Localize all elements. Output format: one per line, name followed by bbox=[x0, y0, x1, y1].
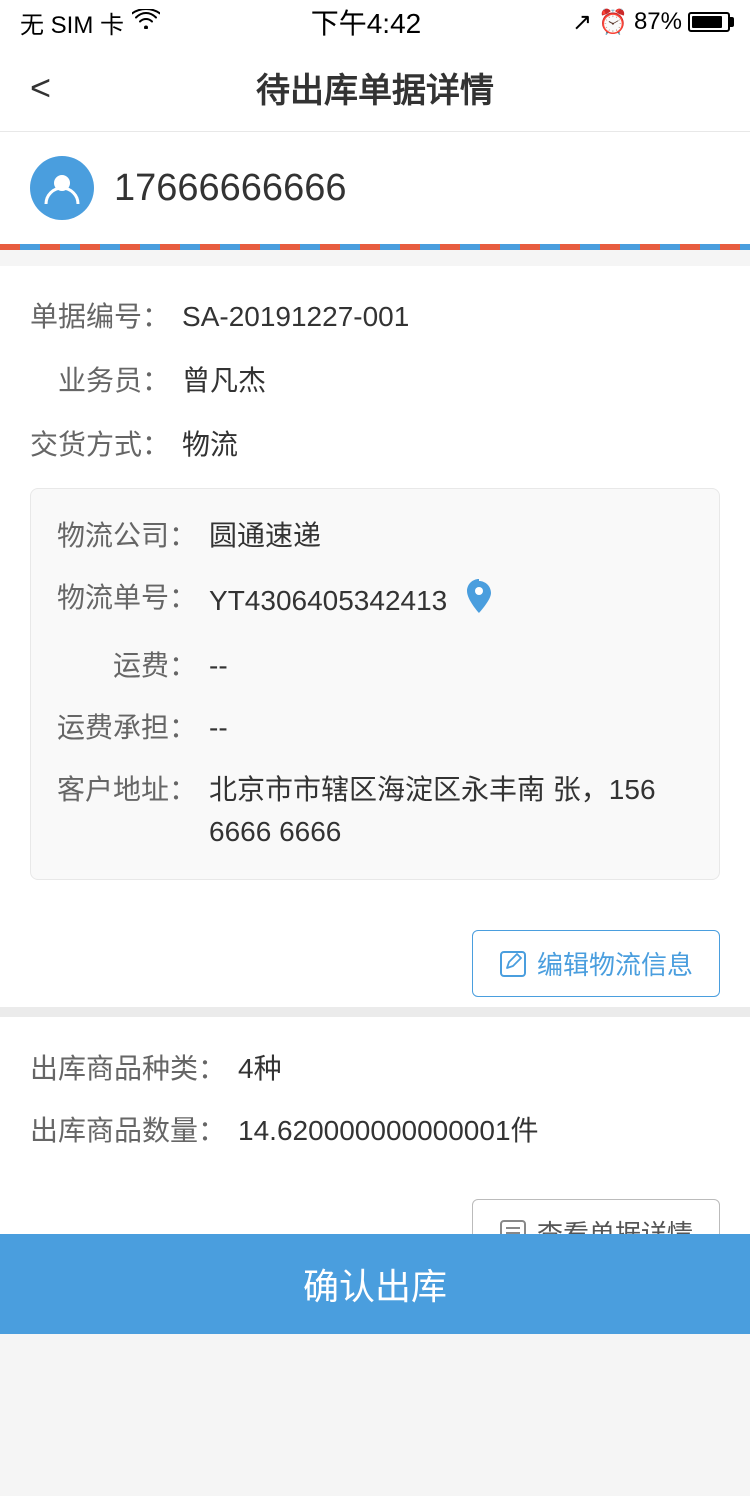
edit-btn-label: 编辑物流信息 bbox=[537, 945, 693, 982]
delivery-method-label: 交货方式： bbox=[30, 424, 170, 466]
freight-bearer-row: 运费承担： -- bbox=[57, 707, 693, 749]
tracking-number-value: YT43064053424​13 bbox=[197, 577, 693, 625]
address-value: 北京市市辖区海淀区永丰南 张，156 6666 6666 bbox=[197, 769, 693, 853]
address-row: 客户地址： 北京市市辖区海淀区永丰南 张，156 6666 6666 bbox=[57, 769, 693, 853]
nav-bar: < 待出库单据详情 bbox=[0, 44, 750, 132]
order-number-label: 单据编号： bbox=[30, 296, 170, 338]
delivery-method-row: 交货方式： 物流 bbox=[30, 424, 720, 466]
status-bar-time: 下午4:42 bbox=[311, 2, 422, 42]
logistics-card: 物流公司： 圆通速递 物流单号： YT43064053424​13 运费： --… bbox=[30, 488, 720, 880]
customer-header: 17666666666 bbox=[0, 132, 750, 244]
sales-person-label: 业务员： bbox=[30, 360, 170, 402]
sales-person-value: 曾凡杰 bbox=[170, 360, 720, 402]
product-qty-label: 出库商品数量： bbox=[30, 1109, 226, 1149]
freight-bearer-value: -- bbox=[197, 707, 693, 749]
section-divider bbox=[0, 1007, 750, 1017]
sales-person-row: 业务员： 曾凡杰 bbox=[30, 360, 720, 402]
product-qty-row: 出库商品数量： 14.620000000000001件 bbox=[30, 1109, 720, 1149]
order-info-section: 单据编号： SA-20191227-001 业务员： 曾凡杰 交货方式： 物流 … bbox=[0, 266, 750, 910]
confirm-btn-label: 确认出库 bbox=[303, 1258, 447, 1310]
edit-icon bbox=[499, 950, 527, 978]
location-status-icon: ↗ bbox=[572, 8, 592, 37]
product-types-row: 出库商品种类： 4种 bbox=[30, 1047, 720, 1087]
status-bar: 无 SIM 卡 下午4:42 ↗ ⏰ 87% bbox=[0, 0, 750, 44]
logistics-company-label: 物流公司： bbox=[57, 515, 197, 557]
back-button[interactable]: < bbox=[30, 67, 51, 109]
dashed-divider bbox=[0, 244, 750, 250]
freight-label: 运费： bbox=[57, 645, 197, 687]
location-icon[interactable] bbox=[461, 577, 497, 625]
freight-value: -- bbox=[197, 645, 693, 687]
order-number-value: SA-20191227-001 bbox=[170, 296, 720, 338]
battery-percent: 87% bbox=[634, 8, 682, 36]
carrier-label: 无 SIM 卡 bbox=[20, 5, 124, 40]
edit-btn-row: 编辑物流信息 bbox=[0, 910, 750, 1007]
tracking-number-row: 物流单号： YT43064053424​13 bbox=[57, 577, 693, 625]
logistics-company-value: 圆通速递 bbox=[197, 515, 693, 557]
battery-icon bbox=[688, 12, 730, 32]
freight-bearer-label: 运费承担： bbox=[57, 707, 197, 749]
status-bar-right: ↗ ⏰ 87% bbox=[572, 8, 730, 37]
tracking-number-label: 物流单号： bbox=[57, 577, 197, 619]
summary-section: 出库商品种类： 4种 出库商品数量： 14.620000000000001件 bbox=[0, 1017, 750, 1179]
customer-phone: 17666666666 bbox=[114, 167, 346, 210]
page-title: 待出库单据详情 bbox=[256, 63, 494, 112]
wifi-icon bbox=[132, 8, 160, 36]
status-bar-left: 无 SIM 卡 bbox=[20, 5, 160, 40]
edit-logistics-button[interactable]: 编辑物流信息 bbox=[472, 930, 720, 997]
delivery-method-value: 物流 bbox=[170, 424, 720, 466]
logistics-company-row: 物流公司： 圆通速递 bbox=[57, 515, 693, 557]
product-types-value: 4种 bbox=[226, 1047, 720, 1087]
order-number-row: 单据编号： SA-20191227-001 bbox=[30, 296, 720, 338]
product-types-label: 出库商品种类： bbox=[30, 1047, 226, 1087]
freight-row: 运费： -- bbox=[57, 645, 693, 687]
address-label: 客户地址： bbox=[57, 769, 197, 811]
product-qty-value: 14.620000000000001件 bbox=[226, 1109, 720, 1149]
avatar bbox=[30, 156, 94, 220]
confirm-btn-bar[interactable]: 确认出库 bbox=[0, 1234, 750, 1334]
alarm-icon: ⏰ bbox=[598, 8, 628, 37]
